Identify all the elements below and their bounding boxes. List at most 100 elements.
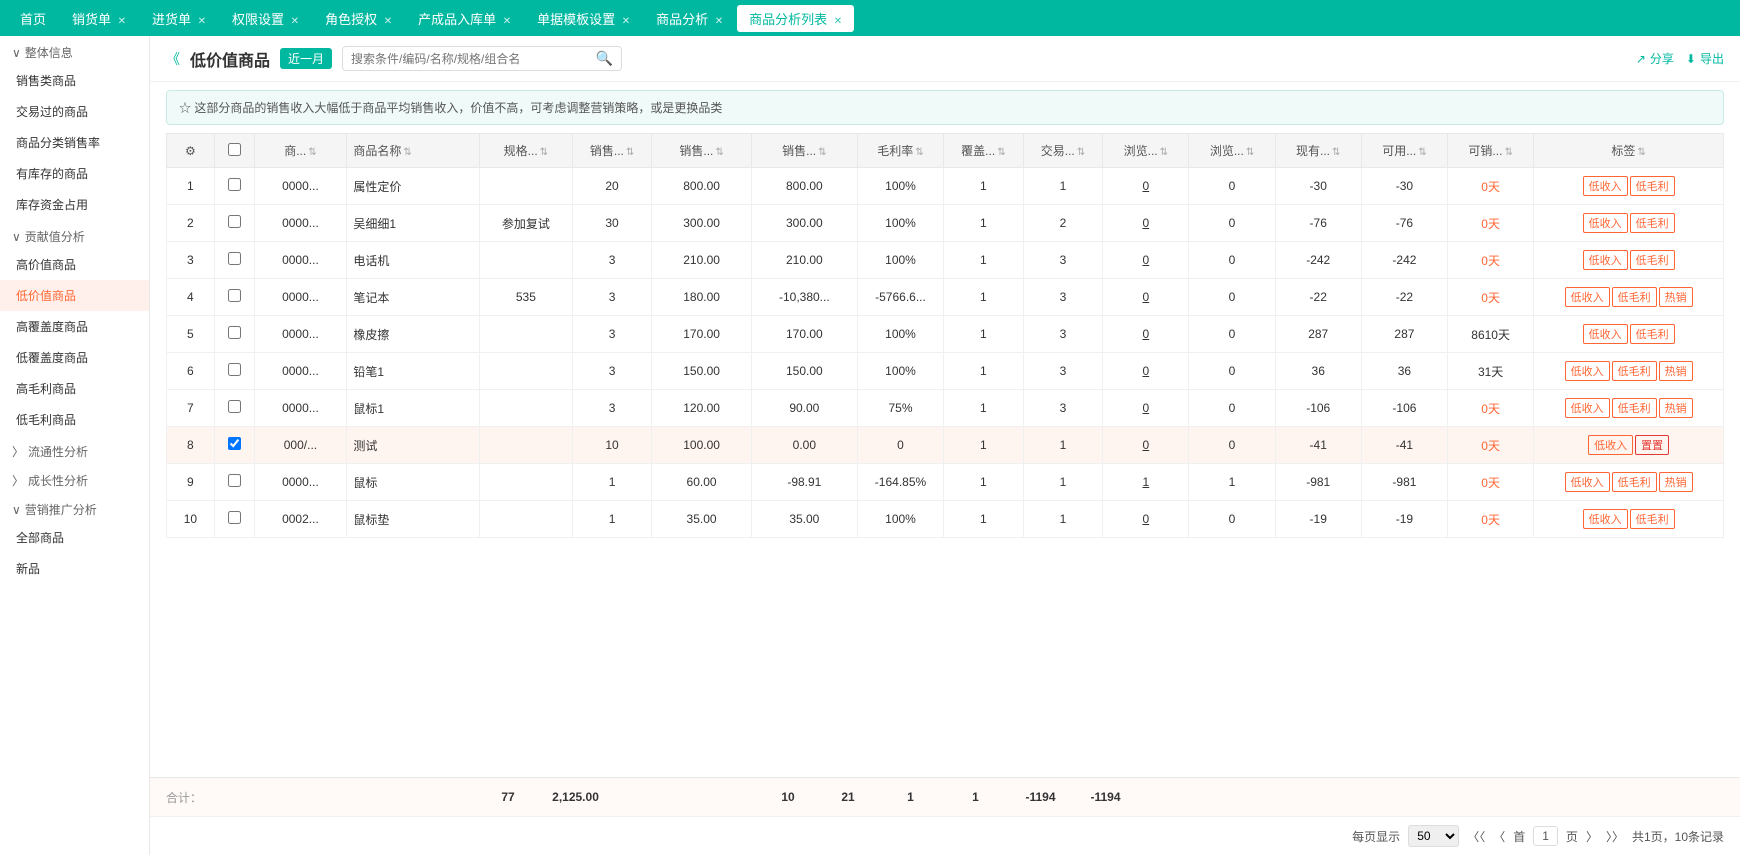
col-tag-header[interactable]: 标签⇅ <box>1534 134 1724 168</box>
nav-close-roles[interactable]: ✕ <box>384 16 392 27</box>
sidebar-item-category-rate[interactable]: 商品分类销售率 <box>0 127 149 158</box>
row-browse1[interactable]: 1 <box>1103 464 1189 501</box>
browse1-link[interactable]: 0 <box>1142 364 1149 378</box>
sidebar-collapse-button[interactable]: 《 <box>166 49 180 69</box>
row-browse1[interactable]: 0 <box>1103 353 1189 390</box>
time-filter-badge[interactable]: 近一月 <box>280 48 332 69</box>
row-checkbox[interactable] <box>214 353 254 390</box>
row-checkbox[interactable] <box>214 464 254 501</box>
row-checkbox[interactable] <box>214 205 254 242</box>
browse1-link[interactable]: 0 <box>1142 253 1149 267</box>
sidebar-item-low-value[interactable]: 低价值商品 <box>0 280 149 311</box>
col-settings[interactable]: ⚙ <box>167 134 215 168</box>
sidebar-item-high-margin[interactable]: 高毛利商品 <box>0 373 149 404</box>
page-last-btn[interactable]: 〉〉 <box>1606 828 1624 845</box>
search-input[interactable] <box>351 52 592 66</box>
sidebar-item-traded-goods[interactable]: 交易过的商品 <box>0 96 149 127</box>
row-checkbox[interactable] <box>214 279 254 316</box>
row-checkbox[interactable] <box>214 427 254 464</box>
sidebar-item-sales-goods[interactable]: 销售类商品 <box>0 65 149 96</box>
select-all-checkbox[interactable] <box>228 143 241 156</box>
col-name-header[interactable]: 商品名称⇅ <box>347 134 480 168</box>
row-checkbox[interactable] <box>214 242 254 279</box>
browse1-link[interactable]: 0 <box>1142 179 1149 193</box>
col-check[interactable] <box>214 134 254 168</box>
nav-close-goods-list[interactable]: ✕ <box>834 16 842 27</box>
page-first-btn[interactable]: 〈〈 <box>1467 828 1485 845</box>
col-browse1-header[interactable]: 浏览...⇅ <box>1103 134 1189 168</box>
row-browse1[interactable]: 0 <box>1103 427 1189 464</box>
nav-sales[interactable]: 销货单 ✕ <box>60 5 138 32</box>
row-browse1[interactable]: 0 <box>1103 316 1189 353</box>
browse1-link[interactable]: 0 <box>1142 401 1149 415</box>
sidebar-group-overall[interactable]: ∨ 整体信息 <box>0 36 149 65</box>
sidebar-item-high-coverage[interactable]: 高覆盖度商品 <box>0 311 149 342</box>
nav-roles[interactable]: 角色授权 ✕ <box>313 5 404 32</box>
browse1-link[interactable]: 0 <box>1142 327 1149 341</box>
nav-home[interactable]: 首页 <box>8 5 58 32</box>
col-trade-header[interactable]: 交易...⇅ <box>1023 134 1103 168</box>
sidebar-group-growth[interactable]: 〉 成长性分析 <box>0 464 149 493</box>
nav-close-sales[interactable]: ✕ <box>118 16 126 27</box>
page-prev-btn[interactable]: 〈 <box>1493 828 1505 845</box>
row-select[interactable] <box>228 437 241 450</box>
sidebar-group-liquidity[interactable]: 〉 流通性分析 <box>0 435 149 464</box>
nav-template[interactable]: 单据模板设置 ✕ <box>525 5 642 32</box>
nav-close-goods-analysis[interactable]: ✕ <box>715 16 723 27</box>
export-button[interactable]: ⬇ 导出 <box>1686 50 1724 67</box>
col-code-header[interactable]: 商...⇅ <box>254 134 347 168</box>
browse1-link[interactable]: 0 <box>1142 512 1149 526</box>
per-page-select[interactable]: 50 100 200 <box>1408 825 1459 847</box>
row-checkbox[interactable] <box>214 168 254 205</box>
browse1-link[interactable]: 1 <box>1142 475 1149 489</box>
row-select[interactable] <box>228 252 241 265</box>
nav-goods-list[interactable]: 商品分析列表 ✕ <box>737 5 854 32</box>
nav-close-template[interactable]: ✕ <box>622 16 630 27</box>
row-browse1[interactable]: 0 <box>1103 205 1189 242</box>
browse1-link[interactable]: 0 <box>1142 216 1149 230</box>
col-saleable-header[interactable]: 可销...⇅ <box>1448 134 1534 168</box>
sidebar-item-stock-goods[interactable]: 有库存的商品 <box>0 158 149 189</box>
col-cover-header[interactable]: 覆盖...⇅ <box>944 134 1024 168</box>
browse1-link[interactable]: 0 <box>1142 438 1149 452</box>
row-select[interactable] <box>228 400 241 413</box>
browse1-link[interactable]: 0 <box>1142 290 1149 304</box>
row-select[interactable] <box>228 363 241 376</box>
share-button[interactable]: ↗ 分享 <box>1636 50 1674 67</box>
row-select[interactable] <box>228 474 241 487</box>
sidebar-group-contribution[interactable]: ∨ 贡献值分析 <box>0 220 149 249</box>
row-checkbox[interactable] <box>214 501 254 538</box>
nav-purchase[interactable]: 进货单 ✕ <box>140 5 218 32</box>
sidebar-item-low-margin[interactable]: 低毛利商品 <box>0 404 149 435</box>
page-current[interactable]: 1 <box>1533 826 1558 846</box>
row-select[interactable] <box>228 511 241 524</box>
nav-inventory[interactable]: 产成品入库单 ✕ <box>406 5 523 32</box>
row-browse1[interactable]: 0 <box>1103 279 1189 316</box>
nav-close-inventory[interactable]: ✕ <box>503 16 511 27</box>
nav-permissions[interactable]: 权限设置 ✕ <box>220 5 311 32</box>
col-sales-qty-header[interactable]: 销售...⇅ <box>572 134 652 168</box>
row-browse1[interactable]: 0 <box>1103 390 1189 427</box>
row-checkbox[interactable] <box>214 390 254 427</box>
nav-close-permissions[interactable]: ✕ <box>291 16 299 27</box>
col-browse2-header[interactable]: 浏览...⇅ <box>1189 134 1275 168</box>
sidebar-item-capital[interactable]: 库存资金占用 <box>0 189 149 220</box>
search-icon[interactable]: 🔍 <box>596 50 613 67</box>
col-gross-header[interactable]: 毛利率⇅ <box>857 134 943 168</box>
sidebar-group-marketing[interactable]: ∨ 营销推广分析 <box>0 493 149 522</box>
row-checkbox[interactable] <box>214 316 254 353</box>
sidebar-item-all-goods[interactable]: 全部商品 <box>0 522 149 553</box>
col-stock-header[interactable]: 现有...⇅ <box>1275 134 1361 168</box>
row-browse1[interactable]: 0 <box>1103 242 1189 279</box>
row-select[interactable] <box>228 289 241 302</box>
sidebar-item-low-coverage[interactable]: 低覆盖度商品 <box>0 342 149 373</box>
col-avail-header[interactable]: 可用...⇅ <box>1361 134 1447 168</box>
col-sales-total-header[interactable]: 销售...⇅ <box>751 134 857 168</box>
row-select[interactable] <box>228 178 241 191</box>
page-next-btn[interactable]: 〉 <box>1586 828 1598 845</box>
sidebar-item-high-value[interactable]: 高价值商品 <box>0 249 149 280</box>
col-spec-header[interactable]: 规格...⇅ <box>479 134 572 168</box>
row-select[interactable] <box>228 215 241 228</box>
row-browse1[interactable]: 0 <box>1103 501 1189 538</box>
nav-goods-analysis[interactable]: 商品分析 ✕ <box>644 5 735 32</box>
